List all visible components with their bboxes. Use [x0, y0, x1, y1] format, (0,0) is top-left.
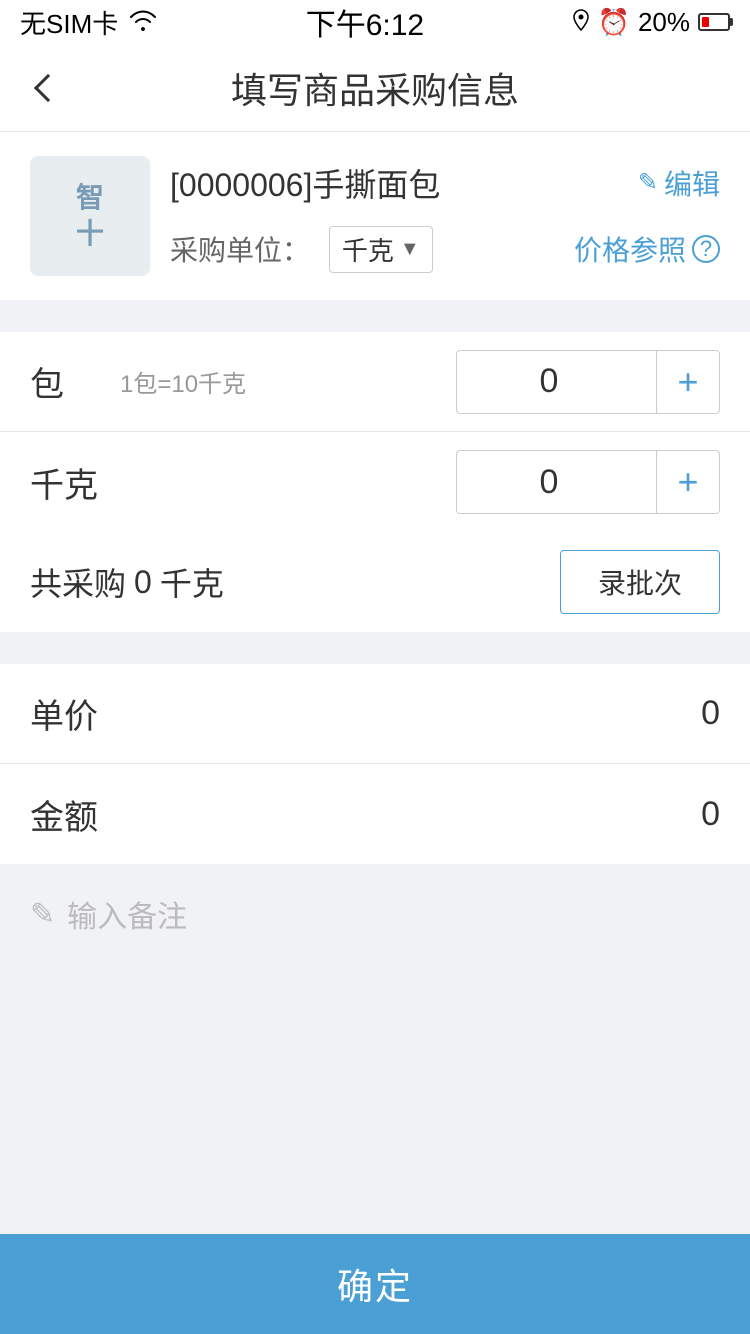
price-section: 单价 0 金额 0 — [0, 664, 750, 864]
kg-label: 千克 — [30, 458, 110, 507]
carrier-label: 无SIM卡 — [20, 4, 118, 41]
quantity-section: 包 1包=10千克 + 千克 + — [0, 332, 750, 532]
battery-percent: 20% — [638, 7, 690, 38]
unit-value: 千克 — [342, 231, 394, 268]
wifi-icon — [128, 7, 158, 38]
status-right: ⏰ 20% — [572, 7, 730, 38]
total-row: 共采购 0 千克 录批次 — [0, 532, 750, 632]
status-left: 无SIM卡 — [20, 4, 158, 41]
product-name-row: [0000006]手撕面包 ✎ 编辑 — [170, 160, 720, 206]
separator-2 — [0, 632, 750, 648]
bao-plus-button[interactable]: + — [656, 350, 720, 414]
note-placeholder: 输入备注 — [67, 892, 187, 936]
help-icon: ? — [692, 235, 720, 263]
price-ref-label: 价格参照 — [574, 229, 686, 269]
note-section[interactable]: ✎ 输入备注 — [0, 864, 750, 964]
unit-area: 采购单位： 千克 ▼ — [170, 226, 433, 273]
total-value: 0 — [134, 564, 152, 601]
confirm-button[interactable]: 确定 — [0, 1234, 750, 1334]
status-bar: 无SIM卡 下午6:12 ⏰ 20% — [0, 0, 750, 44]
amount-value: 0 — [701, 795, 720, 834]
location-icon — [572, 7, 590, 38]
bao-input-row: 包 1包=10千克 + — [0, 332, 750, 432]
bao-input-right: + — [456, 350, 720, 414]
product-info: [0000006]手撕面包 ✎ 编辑 采购单位： 千克 ▼ 价格参照 ? — [170, 160, 720, 273]
price-reference-button[interactable]: 价格参照 ? — [574, 229, 720, 269]
confirm-label: 确定 — [337, 1258, 413, 1310]
separator-1 — [0, 316, 750, 332]
unit-price-label: 单价 — [30, 689, 98, 738]
batch-button[interactable]: 录批次 — [560, 550, 720, 614]
amount-row: 金额 0 — [0, 764, 750, 864]
batch-label: 录批次 — [598, 562, 682, 602]
unit-price-row: 单价 0 — [0, 664, 750, 764]
total-label: 共采购 — [30, 559, 126, 605]
bao-sublabel: 1包=10千克 — [120, 364, 246, 399]
back-button[interactable] — [0, 44, 80, 132]
edit-button[interactable]: ✎ 编辑 — [638, 163, 720, 203]
content-spacer — [0, 964, 750, 1204]
bao-label: 包 — [30, 357, 110, 406]
edit-icon: ✎ — [638, 168, 658, 197]
battery-icon — [698, 13, 730, 31]
product-card: 智十 [0000006]手撕面包 ✎ 编辑 采购单位： 千克 ▼ 价格参照 ? — [0, 132, 750, 300]
total-unit: 千克 — [160, 559, 224, 605]
amount-label: 金额 — [30, 790, 98, 839]
kg-quantity-input[interactable] — [456, 450, 656, 514]
product-name: [0000006]手撕面包 — [170, 160, 440, 206]
bao-quantity-input[interactable] — [456, 350, 656, 414]
product-image: 智十 — [30, 156, 150, 276]
edit-label: 编辑 — [664, 163, 720, 203]
alarm-icon: ⏰ — [598, 7, 630, 38]
unit-label: 采购单位： — [170, 235, 310, 266]
kg-input-right: + — [456, 450, 720, 514]
kg-plus-button[interactable]: + — [656, 450, 720, 514]
unit-price-value: 0 — [701, 694, 720, 733]
note-edit-icon: ✎ — [30, 897, 55, 932]
page-title: 填写商品采购信息 — [231, 62, 519, 114]
back-arrow-icon — [34, 73, 62, 101]
chevron-down-icon: ▼ — [400, 238, 420, 261]
product-unit-row: 采购单位： 千克 ▼ 价格参照 ? — [170, 226, 720, 273]
status-time: 下午6:12 — [306, 0, 424, 44]
kg-input-row: 千克 + — [0, 432, 750, 532]
nav-bar: 填写商品采购信息 — [0, 44, 750, 132]
unit-select[interactable]: 千克 ▼ — [329, 226, 433, 273]
